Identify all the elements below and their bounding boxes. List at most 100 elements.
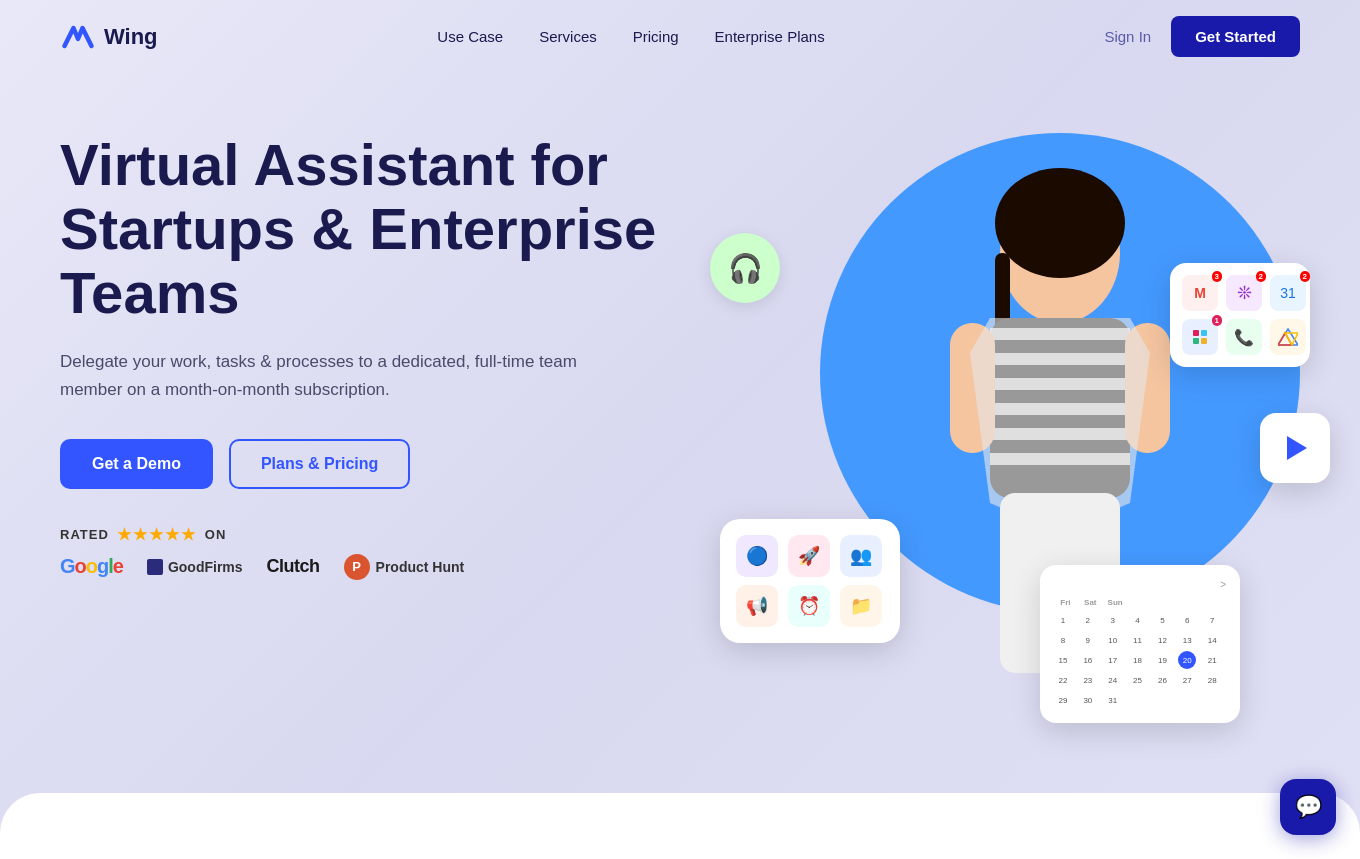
cal-day-24: 24 [1104, 671, 1122, 689]
rated-on-label: ON [205, 527, 227, 542]
calendar-header: > [1054, 579, 1226, 590]
cal-day-29: 29 [1054, 691, 1072, 709]
cal-day-28: 28 [1203, 671, 1221, 689]
cal-day-27: 27 [1178, 671, 1196, 689]
hero-buttons: Get a Demo Plans & Pricing [60, 439, 660, 489]
cal-day-11: 11 [1129, 631, 1147, 649]
producthunt-logo: P Product Hunt [344, 554, 465, 580]
headset-bubble: 🎧 [710, 233, 780, 303]
cal-day-14: 14 [1203, 631, 1221, 649]
cal-col4 [1129, 598, 1152, 607]
rated-label: RATED [60, 527, 109, 542]
cal-day-3: 3 [1104, 611, 1122, 629]
cal-day-4: 4 [1129, 611, 1147, 629]
apps-card: M 3 ❊ 2 31 2 1 📞 [1170, 263, 1310, 367]
ph-text: Product Hunt [376, 559, 465, 575]
nav-use-case[interactable]: Use Case [437, 28, 503, 45]
navbar: Wing Use Case Services Pricing Enterpris… [0, 0, 1360, 73]
logo-text: Wing [104, 24, 158, 50]
ph-icon: P [344, 554, 370, 580]
hero-section: Virtual Assistant for Startups & Enterpr… [0, 73, 1360, 763]
dash-icon-3: 👥 [840, 535, 882, 577]
cal-day-19: 19 [1153, 651, 1171, 669]
nav-links: Use Case Services Pricing Enterprise Pla… [437, 28, 824, 46]
bottom-section: Trusted by thousands of companies worldw… [0, 853, 1360, 859]
cal-day-25: 25 [1129, 671, 1147, 689]
cal-day-18: 18 [1129, 651, 1147, 669]
cal-day-7: 7 [1203, 611, 1221, 629]
phone-icon: 📞 [1226, 319, 1262, 355]
dash-icon-1: 🔵 [736, 535, 778, 577]
cal-sat: Sat [1079, 598, 1102, 607]
dash-icon-6: 📁 [840, 585, 882, 627]
cal-col7 [1203, 598, 1226, 607]
star-icons: ★★★★★ [117, 525, 197, 544]
drive-icon [1270, 319, 1306, 355]
dash-icon-5: ⏰ [788, 585, 830, 627]
nav-enterprise[interactable]: Enterprise Plans [715, 28, 825, 45]
calendar-day-header: Fri Sat Sun [1054, 598, 1226, 607]
play-button[interactable] [1260, 413, 1330, 483]
pricing-button[interactable]: Plans & Pricing [229, 439, 410, 489]
svg-rect-15 [1193, 338, 1199, 344]
rated-section: RATED ★★★★★ ON Google GoodFirms C [60, 525, 660, 580]
cal-day-30: 30 [1079, 691, 1097, 709]
cal-col5 [1153, 598, 1176, 607]
goodfirms-icon [147, 559, 163, 575]
cal-day-12: 12 [1153, 631, 1171, 649]
cal-day-15: 15 [1054, 651, 1072, 669]
cal-day-31: 31 [1104, 691, 1122, 709]
hero-title: Virtual Assistant for Startups & Enterpr… [60, 133, 660, 324]
dash-icon-4: 📢 [736, 585, 778, 627]
cal-day-2: 2 [1079, 611, 1097, 629]
headset-icon: 🎧 [728, 252, 763, 285]
cal-day-16: 16 [1079, 651, 1097, 669]
goodfirms-text: GoodFirms [168, 559, 243, 575]
cal-day-20: 20 [1178, 651, 1196, 669]
calendar-card: > Fri Sat Sun 1 2 3 4 5 6 7 8 9 [1040, 565, 1240, 723]
hero-left: Virtual Assistant for Startups & Enterpr… [60, 113, 660, 580]
dash-icon-2: 🚀 [788, 535, 830, 577]
get-started-button[interactable]: Get Started [1171, 16, 1300, 57]
dashboard-grid: 🔵 🚀 👥 📢 ⏰ 📁 [736, 535, 884, 627]
calendar-days: 1 2 3 4 5 6 7 8 9 10 11 12 13 14 15 16 1… [1054, 611, 1226, 709]
cal-fri: Fri [1054, 598, 1077, 607]
cal-day-9: 9 [1079, 631, 1097, 649]
signin-link[interactable]: Sign In [1104, 28, 1151, 45]
cal-day-8: 8 [1054, 631, 1072, 649]
partners-row: Google GoodFirms Clutch P Product Hunt [60, 554, 660, 580]
hero-right: 🎧 [700, 113, 1300, 763]
rated-row: RATED ★★★★★ ON [60, 525, 660, 544]
logo[interactable]: Wing [60, 19, 158, 55]
demo-button[interactable]: Get a Demo [60, 439, 213, 489]
cal-day-1: 1 [1054, 611, 1072, 629]
cal-day-26: 26 [1153, 671, 1171, 689]
chat-button[interactable]: 💬 [1280, 779, 1336, 835]
svg-point-1 [995, 168, 1125, 278]
cal-day-10: 10 [1104, 631, 1122, 649]
nav-services[interactable]: Services [539, 28, 597, 45]
snowflake-icon: ❊ 2 [1226, 275, 1262, 311]
cal-col6 [1178, 598, 1201, 607]
play-triangle-icon [1287, 436, 1307, 460]
nav-pricing[interactable]: Pricing [633, 28, 679, 45]
cal-day-6: 6 [1178, 611, 1196, 629]
cal-day-17: 17 [1104, 651, 1122, 669]
gmail-icon: M 3 [1182, 275, 1218, 311]
svg-rect-13 [1193, 330, 1199, 336]
cal-day-5: 5 [1153, 611, 1171, 629]
dashboard-card: 🔵 🚀 👥 📢 ⏰ 📁 [720, 519, 900, 643]
cal-sun: Sun [1104, 598, 1127, 607]
cal-day-21: 21 [1203, 651, 1221, 669]
hero-subtitle: Delegate your work, tasks & processes to… [60, 348, 580, 402]
cal-day-13: 13 [1178, 631, 1196, 649]
calendar-icon: 31 2 [1270, 275, 1306, 311]
slack-icon: 1 [1182, 319, 1218, 355]
nav-right: Sign In Get Started [1104, 16, 1300, 57]
google-logo: Google [60, 555, 123, 578]
svg-rect-16 [1201, 338, 1207, 344]
chat-icon: 💬 [1295, 794, 1322, 820]
clutch-logo: Clutch [267, 556, 320, 577]
cal-day-23: 23 [1079, 671, 1097, 689]
cal-day-22: 22 [1054, 671, 1072, 689]
